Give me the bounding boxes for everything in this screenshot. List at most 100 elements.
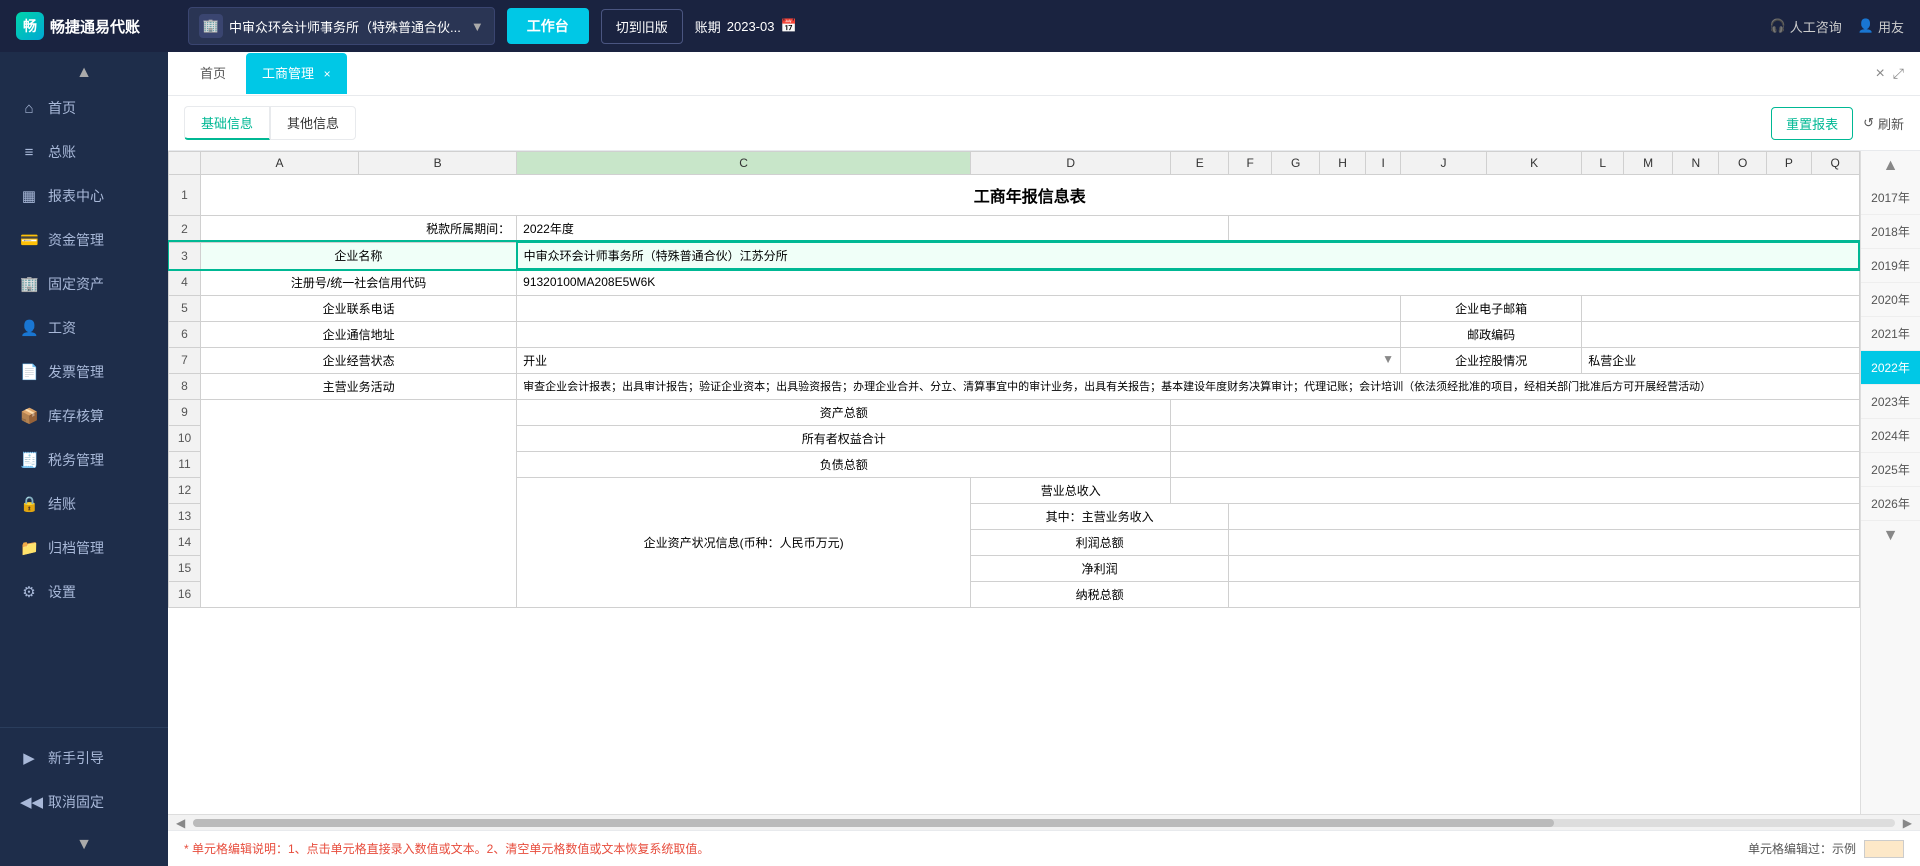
row-num-16: 16: [169, 581, 201, 607]
sidebar-item-unpin[interactable]: ◀◀ 取消固定: [0, 780, 168, 824]
sidebar-item-inventory[interactable]: 📦 库存核算: [0, 394, 168, 438]
sub-tab-basic[interactable]: 基础信息: [184, 106, 270, 140]
col-header-h: H: [1320, 152, 1366, 175]
postal-value[interactable]: [1582, 321, 1859, 347]
scroll-right-arrow[interactable]: ▶: [1899, 816, 1916, 830]
tabs-bar: 首页 工商管理 × × ⤢: [168, 52, 1920, 96]
window-expand-icon[interactable]: ⤢: [1893, 65, 1904, 82]
year-2026[interactable]: 2026年: [1861, 487, 1920, 521]
col-header-a: A: [201, 152, 359, 175]
total-tax-value[interactable]: [1229, 581, 1859, 607]
sidebar-item-fixed-assets[interactable]: 🏢 固定资产: [0, 262, 168, 306]
consult-button[interactable]: 🎧 人工咨询: [1770, 17, 1842, 36]
horizontal-scrollbar[interactable]: ◀ ▶: [168, 814, 1920, 830]
tab-home[interactable]: 首页: [184, 53, 242, 94]
sidebar-item-salary[interactable]: 👤 工资: [0, 306, 168, 350]
logo-icon: 畅: [16, 12, 44, 40]
sheet-row-7: 7 企业经营状态 开业 ▼ 企业控股情况 私营企业: [169, 347, 1860, 373]
scroll-thumb[interactable]: [193, 819, 1554, 827]
tab-close-icon[interactable]: ×: [324, 67, 331, 81]
spreadsheet-container: A B C D E F G H I J K L: [168, 151, 1920, 814]
row-num-14: 14: [169, 529, 201, 555]
col-header-g: G: [1272, 152, 1320, 175]
year-2020[interactable]: 2020年: [1861, 283, 1920, 317]
sidebar-item-ledger[interactable]: ≡ 总账: [0, 130, 168, 174]
user-avatar[interactable]: 👤 用友: [1858, 17, 1904, 36]
sub-tab-other-label: 其他信息: [287, 116, 339, 131]
workbench-button[interactable]: 工作台: [507, 8, 589, 44]
equity-value[interactable]: [1171, 425, 1859, 451]
row-num-9: 9: [169, 399, 201, 425]
year-2023[interactable]: 2023年: [1861, 385, 1920, 419]
col-header-f: F: [1229, 152, 1272, 175]
period-label-cell: 税款所属期间：: [201, 216, 517, 243]
sidebar-label-ledger: 总账: [48, 142, 76, 162]
sheet-row-2: 2 税款所属期间： 2022年度: [169, 216, 1860, 243]
scroll-left-arrow[interactable]: ◀: [172, 816, 189, 830]
year-2022[interactable]: 2022年: [1861, 351, 1920, 385]
phone-value[interactable]: [517, 295, 1401, 321]
col-header-k: K: [1487, 152, 1582, 175]
liabilities-value[interactable]: [1171, 451, 1859, 477]
company-name: 中审众环会计师事务所（特殊普通合伙...: [229, 17, 461, 36]
year-2018[interactable]: 2018年: [1861, 215, 1920, 249]
sidebar-item-closing[interactable]: 🔒 结账: [0, 482, 168, 526]
reset-report-button[interactable]: 重置报表: [1771, 107, 1853, 140]
sidebar-item-tax[interactable]: 🧾 税务管理: [0, 438, 168, 482]
assets-info-label: 企业资产状况信息(币种：人民币万元): [517, 477, 971, 607]
spreadsheet-main[interactable]: A B C D E F G H I J K L: [168, 151, 1860, 814]
year-2021[interactable]: 2021年: [1861, 317, 1920, 351]
row-num-3: 3: [169, 242, 201, 269]
window-close-icon[interactable]: ×: [1875, 65, 1884, 83]
biz-status-label: 企业经营状态: [201, 347, 517, 373]
content-toolbar: 基础信息 其他信息 重置报表 ↺ 刷新: [168, 96, 1920, 151]
net-profit-label: 净利润: [971, 555, 1229, 581]
sidebar-item-settings[interactable]: ⚙ 设置: [0, 570, 168, 614]
year-2025[interactable]: 2025年: [1861, 453, 1920, 487]
sheet-row-1: 1 工商年报信息表: [169, 175, 1860, 216]
year-2024[interactable]: 2024年: [1861, 419, 1920, 453]
total-profit-value[interactable]: [1229, 529, 1859, 555]
sub-tab-other[interactable]: 其他信息: [270, 106, 356, 140]
year-2019[interactable]: 2019年: [1861, 249, 1920, 283]
sidebar-label-tax: 税务管理: [48, 450, 104, 470]
company-dropdown-icon: ▼: [471, 19, 484, 34]
sheet-row-9: 9 资产总额: [169, 399, 1860, 425]
col-header-b: B: [359, 152, 517, 175]
sheet-title-cell[interactable]: 工商年报信息表: [201, 175, 1860, 216]
company-selector[interactable]: 🏢 中审众环会计师事务所（特殊普通合伙... ▼: [188, 7, 495, 45]
biz-status-value[interactable]: 开业 ▼: [517, 347, 1401, 373]
calendar-icon[interactable]: 📅: [780, 18, 796, 34]
company-name-value-cell[interactable]: 中审众环会计师事务所（特殊普通合伙）江苏分所: [517, 242, 1859, 269]
total-assets-value[interactable]: [1171, 399, 1859, 425]
year-nav-up[interactable]: ▲: [1861, 151, 1920, 181]
email-value[interactable]: [1582, 295, 1859, 321]
account-period-label: 账期: [695, 17, 721, 36]
sidebar-item-invoice[interactable]: 📄 发票管理: [0, 350, 168, 394]
refresh-button[interactable]: ↺ 刷新: [1863, 114, 1904, 133]
main-revenue-value[interactable]: [1229, 503, 1859, 529]
sidebar-item-home[interactable]: ⌂ 首页: [0, 86, 168, 130]
net-profit-value[interactable]: [1229, 555, 1859, 581]
sidebar-item-guide[interactable]: ▶ 新手引导: [0, 736, 168, 780]
sidebar-item-funds[interactable]: 💳 资金管理: [0, 218, 168, 262]
tab-business-management[interactable]: 工商管理 ×: [246, 53, 347, 94]
edit-hint: * 单元格编辑说明：1、点击单元格直接录入数值或文本。2、清空单元格数值或文本恢…: [184, 840, 709, 857]
address-value[interactable]: [517, 321, 1401, 347]
reg-code-value[interactable]: 91320100MA208E5W6K: [517, 269, 1859, 295]
sidebar-scroll-up[interactable]: ▲: [0, 60, 168, 86]
sidebar-item-reports[interactable]: ▦ 报表中心: [0, 174, 168, 218]
holding-value[interactable]: 私营企业: [1582, 347, 1859, 373]
account-period-value: 2023-03: [727, 19, 775, 34]
row-num-13: 13: [169, 503, 201, 529]
sidebar-item-archive[interactable]: 📁 归档管理: [0, 526, 168, 570]
period-value-cell[interactable]: 2022年度: [517, 216, 1229, 243]
tab-home-label: 首页: [200, 66, 226, 81]
main-biz-value[interactable]: 审查企业会计报表；出具审计报告；验证企业资本；出具验资报告；办理企业合并、分立、…: [517, 373, 1859, 399]
year-nav-down[interactable]: ▼: [1861, 521, 1920, 551]
scroll-track[interactable]: [193, 819, 1895, 827]
sidebar-scroll-down[interactable]: ▼: [0, 832, 168, 858]
total-revenue-value[interactable]: [1171, 477, 1859, 503]
old-version-button[interactable]: 切到旧版: [601, 9, 683, 44]
year-2017[interactable]: 2017年: [1861, 181, 1920, 215]
